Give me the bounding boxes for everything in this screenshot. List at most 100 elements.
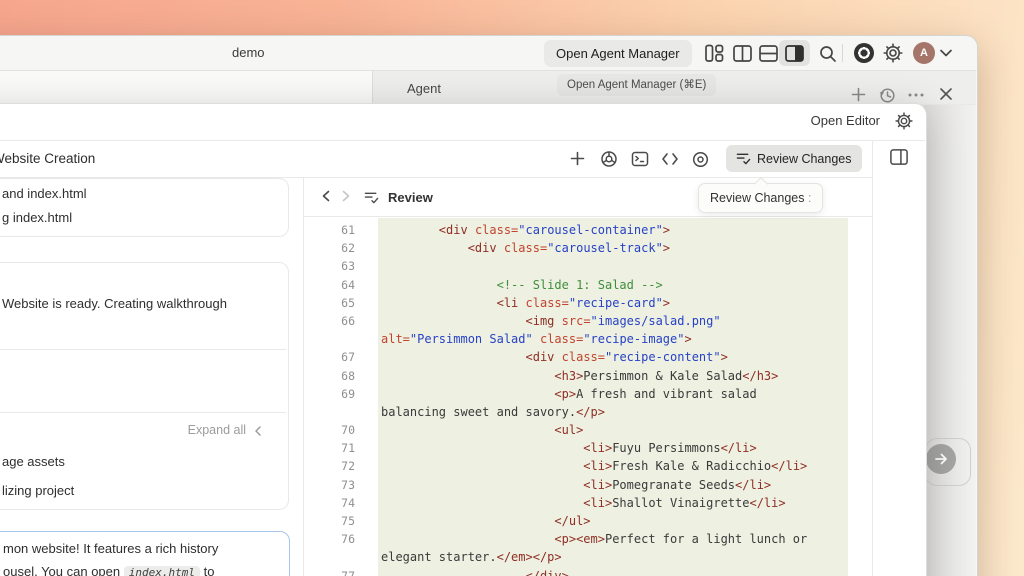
sidebar-right-toggle[interactable] — [779, 40, 810, 66]
gear-icon[interactable] — [883, 43, 903, 63]
code-row: 73 <li>Pomegranate Seeds</li> — [303, 476, 872, 494]
code-diff-view: 61 <div class="carousel-container">62 <d… — [303, 218, 872, 576]
code-row: 64 <!-- Slide 1: Salad --> — [303, 276, 872, 294]
code-line: alt="Persimmon Salad" class="recipe-imag… — [378, 330, 692, 348]
background-pane-strip — [923, 105, 976, 576]
code-line: <li class="recipe-card"> — [378, 294, 670, 312]
desktop: demo Open Agent Manager A — [0, 0, 1024, 576]
open-agent-manager-button[interactable]: Open Agent Manager — [544, 40, 692, 67]
agent-manager-tooltip: Open Agent Manager (⌘E) — [557, 74, 716, 96]
new-session-plus-icon[interactable] — [569, 150, 586, 167]
code-line: <li>Shallot Vinaigrette</li> — [378, 494, 786, 512]
line-number: 63 — [303, 257, 378, 275]
review-changes-button[interactable]: Review Changes — [726, 145, 862, 172]
layout-grid-icon[interactable] — [704, 43, 725, 64]
file-item[interactable]: g index.html — [2, 210, 72, 225]
review-list-check-icon — [364, 190, 379, 205]
code-row: 68 <h3>Persimmon & Kale Salad</h3> — [303, 367, 872, 385]
chevron-down-icon[interactable] — [939, 48, 953, 58]
code-lines: 61 <div class="carousel-container">62 <d… — [303, 221, 872, 576]
line-number: 76 — [303, 530, 378, 548]
review-pane-title: Review — [388, 190, 433, 205]
code-line: </div> — [378, 567, 569, 576]
expand-all-button[interactable]: Expand all — [146, 423, 246, 437]
chat-line2-prefix: ousel. You can open — [3, 564, 124, 576]
nav-divider — [304, 216, 872, 217]
panel-toggle-icon[interactable] — [889, 147, 909, 167]
code-line: <li>Fuyu Persimmons</li> — [378, 439, 757, 457]
chat-line2-suffix: to — [200, 564, 214, 576]
code-line: balancing sweet and savory.</p> — [378, 403, 605, 421]
nav-forward-icon[interactable] — [340, 189, 352, 203]
code-line: <div class="carousel-track"> — [378, 239, 670, 257]
code-line: <p>A fresh and vibrant salad — [378, 385, 757, 403]
code-row: 61 <div class="carousel-container"> — [303, 221, 872, 239]
review-tooltip-hint: : — [808, 191, 811, 205]
split-rows-icon[interactable] — [758, 43, 779, 64]
session-title: Website Creation — [0, 151, 95, 166]
file-item[interactable]: and index.html — [2, 186, 87, 201]
code-row: 74 <li>Shallot Vinaigrette</li> — [303, 494, 872, 512]
line-number: 65 — [303, 294, 378, 312]
tab-agent[interactable]: Agent — [407, 81, 441, 96]
code-row: balancing sweet and savory.</p> — [303, 403, 872, 421]
line-number: 69 — [303, 385, 378, 403]
history-icon[interactable] — [878, 86, 896, 104]
tab-active-pane[interactable] — [0, 71, 373, 104]
code-icon[interactable] — [660, 150, 680, 168]
eye-icon[interactable] — [691, 150, 710, 169]
editor-gear-icon[interactable] — [895, 112, 913, 130]
timeline-divider — [0, 349, 286, 350]
code-row: elegant starter.</em></p> — [303, 548, 872, 566]
split-columns-icon[interactable] — [732, 43, 753, 64]
timeline-divider — [0, 412, 286, 413]
list-check-icon — [736, 151, 751, 166]
code-line: <li>Pomegranate Seeds</li> — [378, 476, 771, 494]
titlebar-divider — [842, 44, 843, 62]
line-number — [303, 403, 378, 421]
search-icon[interactable] — [818, 44, 838, 64]
step-item[interactable]: age assets — [2, 454, 65, 469]
review-tooltip-label: Review Changes — [710, 191, 805, 205]
open-editor-button[interactable]: Open Editor — [770, 113, 880, 128]
expand-chevron-icon[interactable] — [253, 425, 263, 437]
chat-message-line2: ousel. You can open index.html to — [3, 564, 214, 576]
arrow-right-icon — [932, 450, 950, 468]
code-line: <div class="carousel-container"> — [378, 221, 670, 239]
close-icon[interactable] — [938, 86, 954, 102]
code-row: 63 — [303, 257, 872, 275]
line-number: 75 — [303, 512, 378, 530]
window-title: demo — [232, 45, 265, 60]
avatar[interactable]: A — [913, 42, 935, 64]
line-number: 73 — [303, 476, 378, 494]
line-number: 61 — [303, 221, 378, 239]
review-changes-label: Review Changes — [757, 152, 852, 166]
line-number: 68 — [303, 367, 378, 385]
code-row: 66 <img src="images/salad.png" — [303, 312, 872, 330]
code-row: 76 <p><em>Perfect for a light lunch or — [303, 530, 872, 548]
rail-divider — [872, 140, 873, 576]
line-number — [303, 548, 378, 566]
line-number: 64 — [303, 276, 378, 294]
code-row: 70 <ul> — [303, 421, 872, 439]
terminal-icon[interactable] — [630, 149, 650, 169]
code-row: alt="Persimmon Salad" class="recipe-imag… — [303, 330, 872, 348]
code-line: <li>Fresh Kale & Radicchio</li> — [378, 457, 807, 475]
step-item[interactable]: lizing project — [2, 483, 74, 498]
more-icon[interactable] — [907, 92, 925, 98]
line-number: 74 — [303, 494, 378, 512]
code-line: </ul> — [378, 512, 591, 530]
line-number: 70 — [303, 421, 378, 439]
send-arrow-button[interactable] — [926, 444, 956, 474]
code-line — [378, 257, 381, 275]
status-message: Website is ready. Creating walkthrough — [2, 296, 227, 311]
code-line: <p><em>Perfect for a light lunch or — [378, 530, 807, 548]
code-row: 67 <div class="recipe-content"> — [303, 348, 872, 366]
browser-icon[interactable] — [599, 149, 619, 169]
browser-logo-icon[interactable] — [854, 43, 874, 63]
line-number: 72 — [303, 457, 378, 475]
line-number: 67 — [303, 348, 378, 366]
nav-back-icon[interactable] — [320, 189, 332, 203]
chat-message-line1: mon website! It features a rich history — [3, 541, 218, 556]
plus-icon[interactable] — [850, 86, 867, 103]
